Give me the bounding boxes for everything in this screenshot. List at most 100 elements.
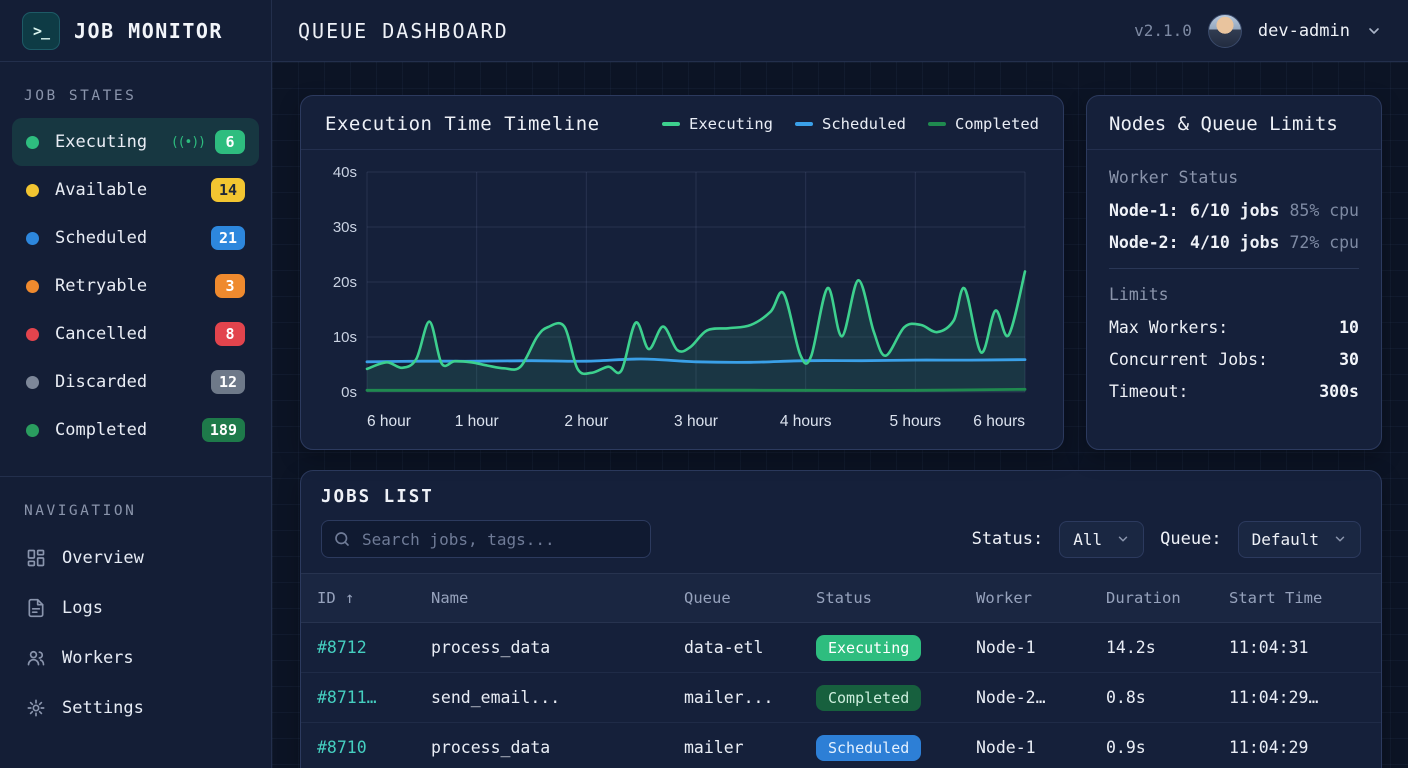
svg-text:0s: 0s [341,384,357,401]
dashboard-icon [27,549,45,567]
job-queue: data-etl [684,638,764,657]
state-label: Scheduled [55,228,148,248]
job-duration: 0.8s [1106,688,1146,707]
job-worker: Node-1 [976,738,1036,757]
job-id[interactable]: #8711… [317,688,431,707]
version-label: v2.1.0 [1134,21,1192,40]
sidebar-state-scheduled[interactable]: Scheduled 21 [12,214,259,262]
node-jobs: 6/10 jobs [1190,201,1280,220]
job-states-section-label: JOB STATES [24,88,137,104]
table-row[interactable]: #8711… send_email... mailer... Completed… [301,673,1381,723]
node-row: Node-1: 6/10 jobs 85% cpu [1109,201,1359,220]
execution-timeline-card: Execution Time Timeline Executing Schedu… [300,95,1064,450]
col-name[interactable]: Name [431,589,684,607]
col-worker[interactable]: Worker [976,589,1106,607]
queue-filter-select[interactable]: Default [1237,520,1361,558]
svg-text:20s: 20s [333,274,357,291]
state-label: Discarded [55,372,148,392]
node-row: Node-2: 4/10 jobs 72% cpu [1109,233,1359,252]
state-label: Completed [55,420,148,440]
job-queue: mailer... [684,688,774,707]
state-count-badge: 12 [210,370,245,394]
col-queue[interactable]: Queue [684,589,816,607]
nav-label: Workers [62,648,134,668]
limit-label: Timeout: [1109,382,1189,401]
status-filter-select[interactable]: All [1059,520,1145,558]
job-id[interactable]: #8710 [317,738,431,757]
worker-status-label: Worker Status [1109,168,1239,187]
state-dot [26,375,39,389]
users-icon [27,650,45,666]
terminal-icon: >_ [22,11,60,50]
job-name: process_data [431,738,551,757]
state-dot [26,327,39,341]
table-row[interactable]: #8712 process_data data-etl Executing No… [301,623,1381,673]
legend-label: Completed [955,115,1039,133]
gear-icon [27,699,45,717]
live-broadcast-icon: ((•)) [170,134,206,150]
file-text-icon [28,598,44,618]
user-avatar[interactable] [1207,13,1242,48]
svg-text:5 hours: 5 hours [889,413,941,430]
search-input[interactable] [321,520,651,558]
top-header: QUEUE DASHBOARD v2.1.0 dev-admin [272,0,1408,62]
username: dev-admin [1257,20,1350,41]
sidebar-state-cancelled[interactable]: Cancelled 8 [12,310,259,358]
node-cpu: 72% cpu [1289,233,1359,252]
chevron-down-icon [1118,536,1128,542]
sidebar-state-discarded[interactable]: Discarded 12 [12,358,259,406]
sidebar-state-completed[interactable]: Completed 189 [12,406,259,454]
chevron-down-icon [1335,536,1345,542]
table-header: ID ↑ Name Queue Status Worker Duration S… [301,573,1381,623]
search-box [321,520,651,558]
limit-row: Max Workers: 10 [1109,318,1359,337]
app-brand: >_ JOB MONITOR [0,0,271,62]
sidebar-state-available[interactable]: Available 14 [12,166,259,214]
status-badge: Completed [816,684,922,711]
jobs-list-title: JOBS LIST [321,487,434,507]
sidebar-item-logs[interactable]: Logs [0,583,271,633]
main-content: Execution Time Timeline Executing Schedu… [272,62,1408,768]
svg-text:30s: 30s [333,219,357,236]
chart-legend: Executing Scheduled Completed [662,115,1039,133]
legend-item-executing: Executing [662,115,773,133]
svg-text:6 hours: 6 hours [973,413,1025,430]
col-id[interactable]: ID ↑ [317,589,431,607]
sidebar-item-overview[interactable]: Overview [0,533,271,583]
col-start-time[interactable]: Start Time [1229,589,1381,607]
status-filter-value: All [1073,529,1103,549]
chart-title: Execution Time Timeline [325,113,600,135]
legend-swatch [795,122,813,126]
job-start-time: 11:04:29 [1229,738,1309,757]
app-title: JOB MONITOR [74,18,223,43]
sidebar-state-executing[interactable]: Executing ((•)) 6 [12,118,259,166]
state-dot [26,279,39,293]
limit-value: 300s [1319,382,1359,401]
state-count-badge: 6 [215,130,245,154]
job-name: process_data [431,638,551,657]
sidebar-state-retryable[interactable]: Retryable 3 [12,262,259,310]
col-status[interactable]: Status [816,589,976,607]
col-duration[interactable]: Duration [1106,589,1229,607]
jobs-list-card: JOBS LIST Status: All Queue: [300,470,1382,768]
node-jobs: 4/10 jobs [1190,233,1280,252]
sidebar-item-workers[interactable]: Workers [0,633,271,683]
job-id[interactable]: #8712 [317,638,431,657]
sidebar-item-settings[interactable]: Settings [0,683,271,733]
nodes-queue-limits-card: Nodes & Queue Limits Worker Status Node-… [1086,95,1382,450]
limit-row: Concurrent Jobs: 30 [1109,350,1359,369]
limit-label: Concurrent Jobs: [1109,350,1268,369]
legend-item-scheduled: Scheduled [795,115,906,133]
queue-filter-value: Default [1251,529,1319,549]
state-count-badge: 21 [210,226,245,250]
state-count-badge: 189 [201,418,245,442]
divider [1109,268,1359,269]
state-count-badge: 8 [215,322,245,346]
table-row[interactable]: #8710 process_data mailer Scheduled Node… [301,723,1381,768]
page-title: QUEUE DASHBOARD [298,18,509,43]
job-duration: 0.9s [1106,738,1146,757]
chevron-down-icon[interactable] [1366,23,1382,39]
job-duration: 14.2s [1106,638,1156,657]
nodes-card-title: Nodes & Queue Limits [1087,96,1381,150]
legend-swatch [662,122,680,126]
